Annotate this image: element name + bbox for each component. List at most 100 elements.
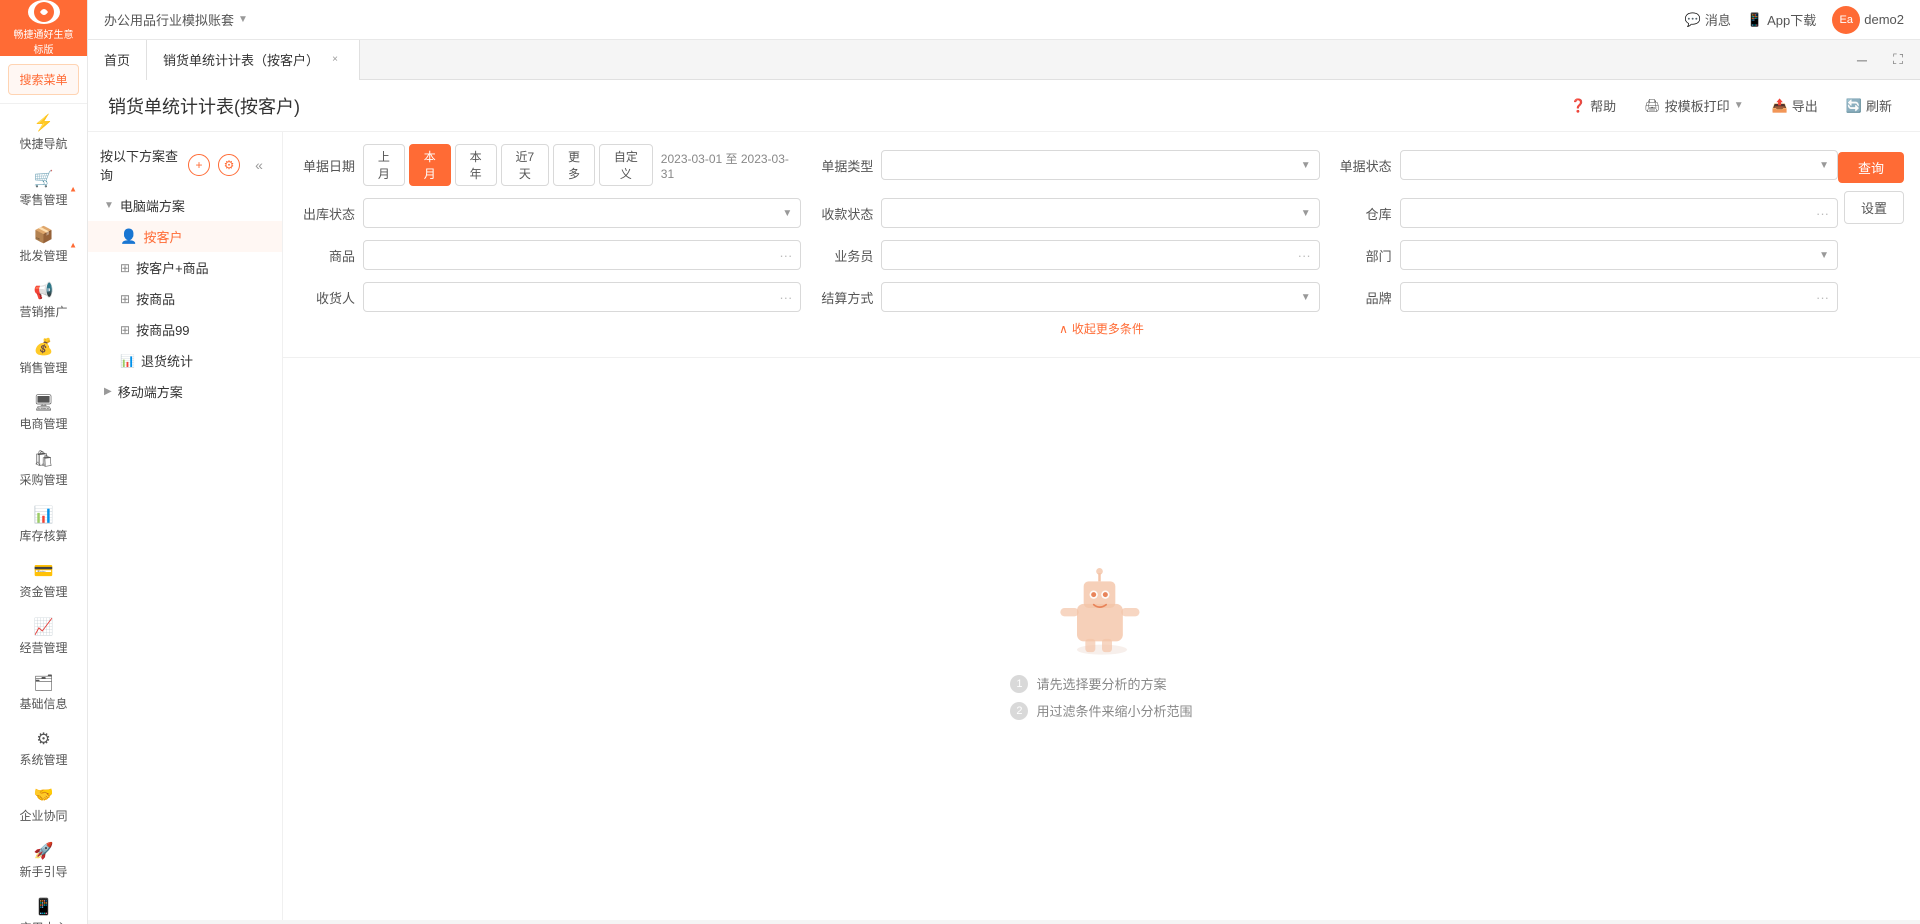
date-btn-7days[interactable]: 近7天 bbox=[501, 144, 550, 186]
sidebar-item-sales[interactable]: 💰 销售管理 bbox=[4, 329, 83, 384]
sidebar-item-retail[interactable]: 🛒 零售管理 bbox=[4, 161, 83, 216]
tree-item-mobile[interactable]: ▶ 移动端方案 bbox=[88, 376, 282, 407]
add-scheme-btn[interactable]: + bbox=[188, 154, 210, 176]
message-label: 消息 bbox=[1705, 10, 1731, 29]
query-btn[interactable]: 查询 bbox=[1838, 152, 1904, 183]
tree-item-mobile-label: 移动端方案 bbox=[118, 382, 183, 401]
tree-item-by-product99[interactable]: ⊞ 按商品99 bbox=[88, 314, 282, 345]
date-btn-custom[interactable]: 自定义 bbox=[599, 144, 653, 186]
sales-icon: 💰 bbox=[34, 337, 54, 357]
tree-item-by-product[interactable]: ⊞ 按商品 bbox=[88, 283, 282, 314]
edit-scheme-btn[interactable]: ⚙ bbox=[218, 154, 240, 176]
date-btn-last-month[interactable]: 上月 bbox=[363, 144, 405, 186]
tab-minimize-btn[interactable]: ─ bbox=[1848, 46, 1876, 74]
sidebar-item-marketing[interactable]: 📢 营销推广 bbox=[4, 273, 83, 328]
sidebar-item-sales-label: 销售管理 bbox=[19, 359, 67, 376]
print-arrow-icon: ▼ bbox=[1734, 100, 1744, 111]
tree-item-desktop[interactable]: ▼ 电脑端方案 bbox=[88, 190, 282, 221]
salesperson-dots: ··· bbox=[1298, 248, 1311, 263]
user-avatar: Ea bbox=[1832, 6, 1860, 34]
receiver-input[interactable]: ··· bbox=[363, 282, 801, 312]
sidebar-item-inventory[interactable]: 📊 库存核算 bbox=[4, 497, 83, 552]
date-btn-more[interactable]: 更多 bbox=[553, 144, 595, 186]
filter-area: 单据日期 上月 本月 本年 近7天 更多 自定义 bbox=[283, 132, 1920, 358]
app-subtitle: 标版 bbox=[34, 41, 54, 56]
settlement-input[interactable]: ▼ bbox=[881, 282, 1319, 312]
filter-settlement: 结算方式 ▼ bbox=[817, 282, 1319, 312]
product-dots: ··· bbox=[779, 248, 792, 263]
order-type-input[interactable]: ▼ bbox=[881, 150, 1319, 180]
order-status-arrow: ▼ bbox=[1819, 160, 1829, 171]
sidebar-item-guide[interactable]: 🚀 新手引导 bbox=[4, 833, 83, 888]
sidebar-item-system[interactable]: ⚙ 系统管理 bbox=[4, 721, 83, 776]
tip-num-2: 2 bbox=[1010, 702, 1028, 720]
sidebar-item-purchase[interactable]: 🛍 采购管理 bbox=[4, 441, 83, 496]
sidebar-item-system-label: 系统管理 bbox=[19, 751, 67, 768]
filter-collect-status: 收款状态 ▼ bbox=[817, 198, 1319, 228]
help-btn[interactable]: ❓ 帮助 bbox=[1562, 92, 1624, 119]
print-icon: 🖨 bbox=[1644, 98, 1661, 114]
collapse-bar[interactable]: ∧ 收起更多条件 bbox=[299, 312, 1904, 345]
tab-sales-stats[interactable]: 销货单统计计表（按客户） × bbox=[147, 40, 360, 80]
tree-item-return-stats[interactable]: 📊 退货统计 bbox=[88, 345, 282, 376]
sidebar-item-apps[interactable]: 📱 应用中心 bbox=[4, 889, 83, 924]
sidebar-item-ecommerce-label: 电商管理 bbox=[19, 415, 67, 432]
industry-selector[interactable]: 办公用品行业模拟账套 ▼ bbox=[104, 10, 248, 29]
filter-row-2: 出库状态 ▼ 收款状态 bbox=[299, 198, 1838, 228]
left-panel-title: 按以下方案查询 bbox=[100, 146, 188, 184]
avatar-text: Ea bbox=[1840, 14, 1853, 26]
product-input[interactable]: ··· bbox=[363, 240, 801, 270]
tab-home[interactable]: 首页 bbox=[88, 40, 147, 80]
out-status-input[interactable]: ▼ bbox=[363, 198, 801, 228]
refresh-btn[interactable]: 🔄 刷新 bbox=[1838, 92, 1900, 119]
tab-maximize-btn[interactable]: ⛶ bbox=[1884, 46, 1912, 74]
app-download-icon: 📱 bbox=[1747, 12, 1763, 28]
refresh-label: 刷新 bbox=[1866, 96, 1892, 115]
filter-brand: 品牌 ··· bbox=[1336, 282, 1838, 312]
filter-out-status: 出库状态 ▼ bbox=[299, 198, 801, 228]
marketing-icon: 📢 bbox=[34, 281, 54, 301]
salesperson-input[interactable]: ··· bbox=[881, 240, 1319, 270]
brand-input[interactable]: ··· bbox=[1400, 282, 1838, 312]
warehouse-input[interactable]: ··· bbox=[1400, 198, 1838, 228]
sidebar-item-base[interactable]: 🗂 基础信息 bbox=[4, 665, 83, 720]
user-menu[interactable]: Ea demo2 bbox=[1832, 6, 1904, 34]
empty-illustration bbox=[1052, 558, 1152, 658]
tree-item-desktop-label: 电脑端方案 bbox=[120, 196, 185, 215]
page-title: 销货单统计计表(按客户) bbox=[108, 93, 300, 119]
date-btn-this-month[interactable]: 本月 bbox=[409, 144, 451, 186]
settlement-label: 结算方式 bbox=[817, 288, 873, 307]
receiver-label: 收货人 bbox=[299, 288, 355, 307]
department-input[interactable]: ▼ bbox=[1400, 240, 1838, 270]
collapse-panel-btn[interactable]: « bbox=[248, 154, 270, 176]
sidebar-item-quicknav[interactable]: ⚡ 快捷导航 bbox=[4, 105, 83, 160]
date-btn-this-year[interactable]: 本年 bbox=[455, 144, 497, 186]
order-status-label: 单据状态 bbox=[1336, 156, 1392, 175]
order-status-input[interactable]: ▼ bbox=[1400, 150, 1838, 180]
tree-item-by-customer-product[interactable]: ⊞ 按客户+商品 bbox=[88, 252, 282, 283]
export-btn[interactable]: 📤 导出 bbox=[1764, 92, 1826, 119]
sidebar-item-apps-label: 应用中心 bbox=[19, 919, 67, 924]
tab-close-button[interactable]: × bbox=[327, 52, 343, 68]
app-logo[interactable]: 畅捷通好生意 标版 bbox=[0, 0, 87, 56]
guide-icon: 🚀 bbox=[34, 841, 54, 861]
tree-item-by-customer[interactable]: 👤 按客户 bbox=[88, 221, 282, 252]
out-status-label: 出库状态 bbox=[299, 204, 355, 223]
search-menu-button[interactable]: 搜索菜单 bbox=[8, 64, 79, 95]
message-btn[interactable]: 💬 消息 bbox=[1685, 10, 1731, 29]
sidebar-item-operation[interactable]: 📈 经营管理 bbox=[4, 609, 83, 664]
app-download-btn[interactable]: 📱 App下载 bbox=[1747, 10, 1816, 29]
tree-item-by-product99-label: 按商品99 bbox=[136, 320, 189, 339]
print-btn[interactable]: 🖨 按模板打印 ▼ bbox=[1636, 92, 1751, 119]
filter-department: 部门 ▼ bbox=[1336, 240, 1838, 270]
settings-btn[interactable]: 设置 bbox=[1844, 191, 1904, 224]
collect-status-input[interactable]: ▼ bbox=[881, 198, 1319, 228]
tree-arrow-mobile: ▶ bbox=[104, 386, 112, 397]
tip-text-1: 请先选择要分析的方案 bbox=[1036, 674, 1166, 693]
sidebar-item-finance[interactable]: 💳 资金管理 bbox=[4, 553, 83, 608]
sidebar-item-enterprise[interactable]: 🤝 企业协同 bbox=[4, 777, 83, 832]
brand-label: 品牌 bbox=[1336, 288, 1392, 307]
warehouse-label: 仓库 bbox=[1336, 204, 1392, 223]
sidebar-item-ecommerce[interactable]: 🖥 电商管理 bbox=[4, 385, 83, 440]
sidebar-item-wholesale[interactable]: 📦 批发管理 bbox=[4, 217, 83, 272]
